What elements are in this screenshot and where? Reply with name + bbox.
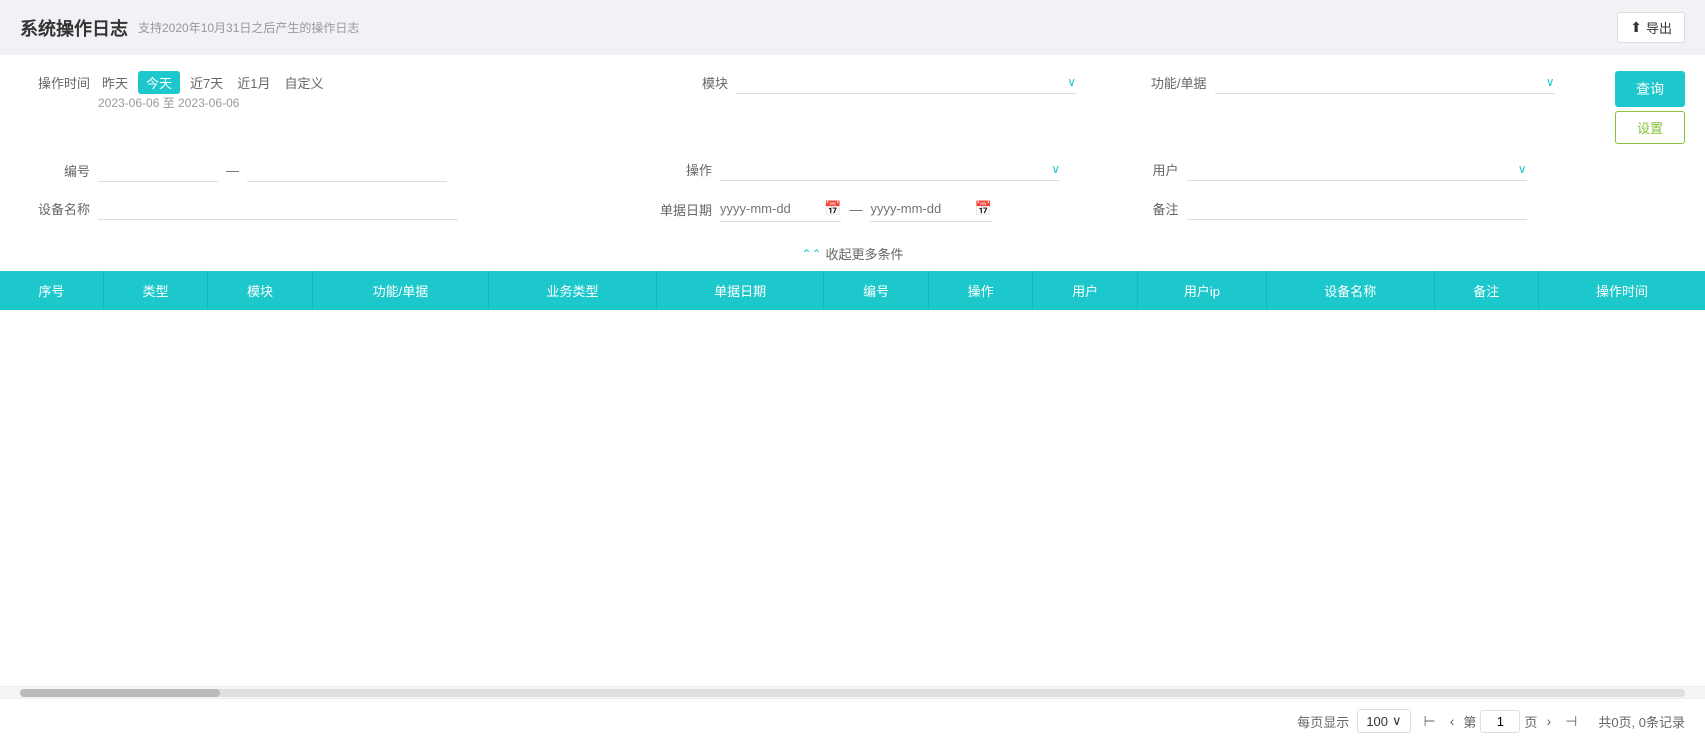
module-label: 模块	[658, 73, 728, 92]
collapse-chevron-icon: ⌃⌃	[801, 247, 821, 261]
module-filter-col: 模块 ∨	[658, 71, 1137, 94]
scrollbar-thumb[interactable]	[20, 689, 220, 697]
col-device: 设备名称	[1266, 271, 1434, 310]
page-title: 系统操作日志	[20, 15, 128, 41]
col-biz-type: 业务类型	[489, 271, 657, 310]
device-label: 设备名称	[20, 199, 90, 218]
code-label: 编号	[20, 161, 90, 180]
prev-page-btn[interactable]: ‹	[1445, 711, 1460, 731]
last7-btn[interactable]: 近7天	[186, 71, 227, 94]
operation-label: 操作	[642, 160, 712, 179]
remark-input[interactable]	[1187, 196, 1527, 220]
date-range-text: 2023-06-06 至 2023-06-06	[98, 96, 239, 110]
page-size-select[interactable]: 100 ∨	[1357, 709, 1410, 733]
col-remark: 备注	[1434, 271, 1538, 310]
next-page-btn[interactable]: ›	[1541, 711, 1556, 731]
col-operation: 操作	[928, 271, 1032, 310]
first-page-btn[interactable]: ⊢	[1419, 711, 1441, 732]
device-filter-col: 设备名称	[20, 196, 642, 220]
time-buttons: 昨天 今天 近7天 近1月 自定义	[98, 71, 328, 94]
scrollbar-track	[20, 689, 1685, 697]
table-header-row: 序号 类型 模块 功能/单据 业务类型 单据日期 编号 操作 用户 用户ip 设…	[0, 271, 1705, 310]
data-table: 序号 类型 模块 功能/单据 业务类型 单据日期 编号 操作 用户 用户ip 设…	[0, 271, 1705, 310]
last-page-btn[interactable]: ⊣	[1560, 711, 1582, 732]
remark-filter-col: 备注	[1109, 196, 1576, 220]
export-button[interactable]: ⬆ 导出	[1617, 12, 1685, 43]
col-function: 功能/单据	[312, 271, 488, 310]
user-label: 用户	[1109, 160, 1179, 179]
total-info: 共0页, 0条记录	[1598, 712, 1685, 731]
custom-btn[interactable]: 自定义	[281, 71, 328, 94]
collapse-button[interactable]: ⌃⌃ 收起更多条件	[801, 244, 903, 263]
pagination-nav: ⊢ ‹ 第 页 › ⊣	[1419, 710, 1583, 733]
col-voucher-date: 单据日期	[656, 271, 824, 310]
function-filter-col: 功能/单据 ∨	[1137, 71, 1616, 94]
settings-button[interactable]: 设置	[1615, 111, 1685, 144]
operation-select[interactable]: ∨	[720, 158, 1060, 181]
col-type: 类型	[103, 271, 207, 310]
function-select[interactable]: ∨	[1215, 71, 1555, 94]
code-filter-col: 编号 —	[20, 158, 642, 182]
user-select[interactable]: ∨	[1187, 158, 1527, 181]
page-header: 系统操作日志 支持2020年10月31日之后产生的操作日志 ⬆ 导出	[0, 0, 1705, 55]
page-size-chevron-icon: ∨	[1392, 713, 1402, 729]
voucher-date-filter-col: 单据日期 📅 — 📅	[642, 196, 1109, 222]
user-filter-col: 用户 ∨	[1109, 158, 1576, 181]
function-chevron-icon: ∨	[1546, 75, 1555, 89]
user-chevron-icon: ∨	[1518, 162, 1527, 176]
action-buttons: 查询 设置	[1615, 71, 1685, 144]
remark-label: 备注	[1109, 199, 1179, 218]
date-range-sep: —	[849, 202, 862, 217]
voucher-date-start[interactable]: 📅	[720, 196, 841, 222]
col-user-ip: 用户ip	[1137, 271, 1266, 310]
empty-area	[0, 310, 1705, 660]
page-label: 第	[1463, 712, 1476, 731]
device-input[interactable]	[98, 196, 458, 220]
per-page-label: 每页显示	[1297, 712, 1349, 731]
export-icon: ⬆	[1630, 19, 1642, 36]
filter-section: 操作时间 昨天 今天 近7天 近1月 自定义 2023-06-06 至 2023…	[0, 55, 1705, 236]
function-label: 功能/单据	[1137, 73, 1207, 92]
operation-filter-col: 操作 ∨	[642, 158, 1109, 181]
collapse-row: ⌃⌃ 收起更多条件	[0, 236, 1705, 271]
code-range-sep: —	[226, 163, 239, 178]
module-chevron-icon: ∨	[1067, 75, 1076, 89]
yesterday-btn[interactable]: 昨天	[98, 71, 132, 94]
code-input-end[interactable]	[247, 158, 447, 182]
time-label: 操作时间	[20, 73, 90, 92]
time-filter-col: 操作时间 昨天 今天 近7天 近1月 自定义 2023-06-06 至 2023…	[20, 71, 658, 111]
filter-row-3: 设备名称 单据日期 📅 — 📅 备注	[20, 196, 1685, 222]
filter-row-2: 编号 — 操作 ∨ 用户 ∨	[20, 158, 1685, 182]
pagination-area: 每页显示 100 ∨ ⊢ ‹ 第 页 › ⊣ 共0页, 0条记录	[0, 698, 1705, 743]
calendar-end-icon[interactable]: 📅	[974, 200, 991, 217]
page-unit: 页	[1524, 712, 1537, 731]
operation-chevron-icon: ∨	[1051, 162, 1060, 176]
table-header: 序号 类型 模块 功能/单据 业务类型 单据日期 编号 操作 用户 用户ip 设…	[0, 271, 1705, 310]
query-button[interactable]: 查询	[1615, 71, 1685, 107]
scrollbar-area	[0, 686, 1705, 698]
last1m-btn[interactable]: 近1月	[233, 71, 274, 94]
today-btn[interactable]: 今天	[138, 71, 180, 94]
module-select[interactable]: ∨	[736, 71, 1076, 94]
voucher-date-label: 单据日期	[642, 200, 712, 219]
code-input-start[interactable]	[98, 158, 218, 182]
date-start-input[interactable]	[720, 201, 820, 216]
calendar-start-icon[interactable]: 📅	[824, 200, 841, 217]
col-code: 编号	[824, 271, 928, 310]
page-subtitle: 支持2020年10月31日之后产生的操作日志	[138, 19, 359, 36]
voucher-date-end[interactable]: 📅	[870, 196, 991, 222]
col-module: 模块	[208, 271, 312, 310]
table-area: 序号 类型 模块 功能/单据 业务类型 单据日期 编号 操作 用户 用户ip 设…	[0, 271, 1705, 686]
col-index: 序号	[0, 271, 103, 310]
page-number-input[interactable]	[1480, 710, 1520, 733]
date-end-input[interactable]	[870, 201, 970, 216]
filter-row-1: 操作时间 昨天 今天 近7天 近1月 自定义 2023-06-06 至 2023…	[20, 71, 1685, 144]
col-user: 用户	[1033, 271, 1137, 310]
col-op-time: 操作时间	[1539, 271, 1705, 310]
